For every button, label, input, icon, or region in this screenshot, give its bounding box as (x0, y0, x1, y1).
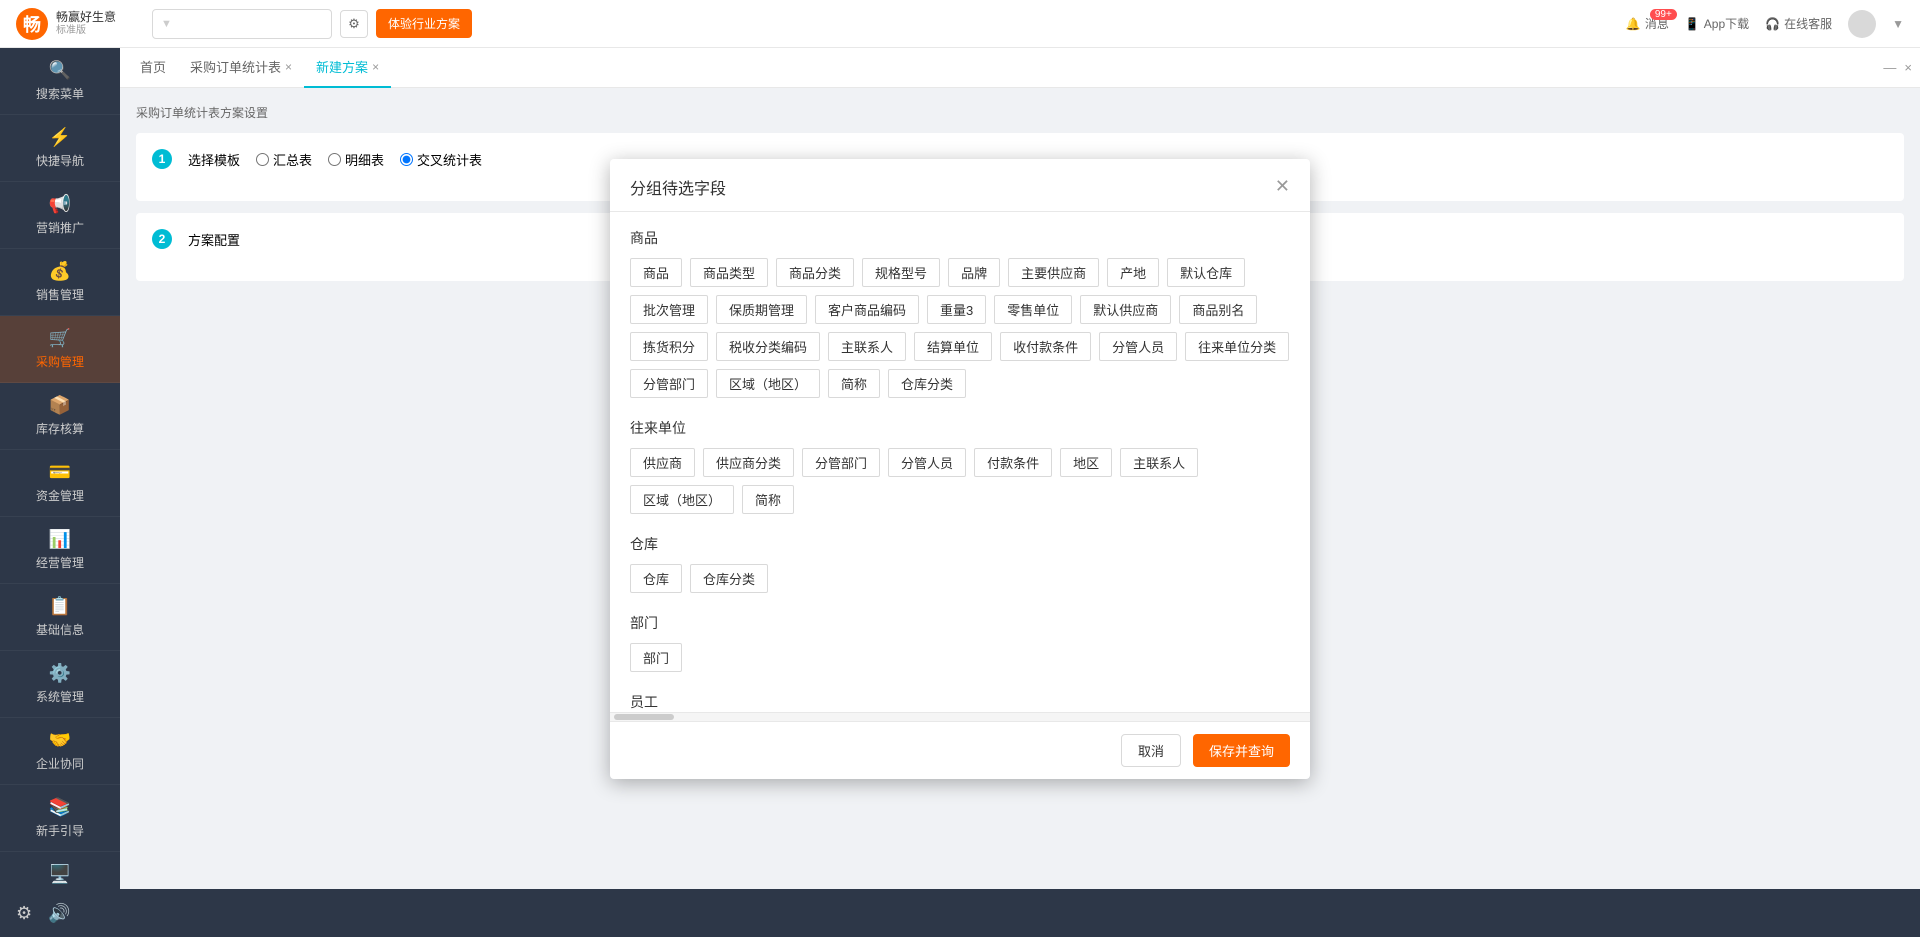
tag-product-customer-code[interactable]: 客户商品编码 (815, 295, 919, 324)
section-department-title: 部门 (630, 613, 1290, 633)
section-warehouse: 仓库 仓库 仓库分类 (630, 534, 1290, 593)
confirm-button[interactable]: 保存并查询 (1193, 734, 1290, 767)
tag-product-settlement-unit[interactable]: 结算单位 (914, 332, 992, 361)
tag-product-expiry[interactable]: 保质期管理 (716, 295, 807, 324)
section-product-title: 商品 (630, 228, 1290, 248)
tag-product-warehouse-category[interactable]: 仓库分类 (888, 369, 966, 398)
tag-product-main-contact[interactable]: 主联系人 (828, 332, 906, 361)
product-tags: 商品 商品类型 商品分类 规格型号 品牌 主要供应商 产地 默认仓库 批次管理 … (630, 258, 1290, 398)
tag-product-payment-terms[interactable]: 收付款条件 (1000, 332, 1091, 361)
tag-product-dept[interactable]: 分管部门 (630, 369, 708, 398)
tag-product-origin[interactable]: 产地 (1107, 258, 1159, 287)
tag-product-pick-points[interactable]: 拣货积分 (630, 332, 708, 361)
modal-footer: 取消 保存并查询 (610, 721, 1310, 779)
modal-backdrop: 分组待选字段 ✕ 商品 商品 商品类型 商品分类 规格型号 品牌 主要供应商 产… (0, 0, 1920, 937)
tag-product-weight[interactable]: 重量3 (927, 295, 986, 324)
department-tags: 部门 (630, 643, 1290, 672)
tag-partner-payment[interactable]: 付款条件 (974, 448, 1052, 477)
tag-product-tax-code[interactable]: 税收分类编码 (716, 332, 820, 361)
modal-horizontal-scrollbar[interactable] (610, 712, 1310, 721)
warehouse-tags: 仓库 仓库分类 (630, 564, 1290, 593)
tag-partner-region[interactable]: 地区 (1060, 448, 1112, 477)
tag-product-manager[interactable]: 分管人员 (1099, 332, 1177, 361)
partner-tags: 供应商 供应商分类 分管部门 分管人员 付款条件 地区 主联系人 区域（地区） … (630, 448, 1290, 514)
tag-dept-dept[interactable]: 部门 (630, 643, 682, 672)
section-department: 部门 部门 (630, 613, 1290, 672)
tag-product-default-warehouse[interactable]: 默认仓库 (1167, 258, 1245, 287)
cancel-button[interactable]: 取消 (1121, 734, 1181, 767)
modal-close-button[interactable]: ✕ (1275, 176, 1290, 197)
tag-product-region[interactable]: 区域（地区） (716, 369, 820, 398)
tag-product-short-name[interactable]: 简称 (828, 369, 880, 398)
section-employee-title: 员工 (630, 692, 1290, 712)
tag-partner-short-name[interactable]: 简称 (742, 485, 794, 514)
tag-warehouse-warehouse[interactable]: 仓库 (630, 564, 682, 593)
tag-product-type[interactable]: 商品类型 (690, 258, 768, 287)
modal-body: 商品 商品 商品类型 商品分类 规格型号 品牌 主要供应商 产地 默认仓库 批次… (610, 212, 1310, 712)
tag-product-spec[interactable]: 规格型号 (862, 258, 940, 287)
tag-product-batch[interactable]: 批次管理 (630, 295, 708, 324)
tag-product-brand[interactable]: 品牌 (948, 258, 1000, 287)
section-employee: 员工 业务员 (630, 692, 1290, 712)
tag-warehouse-category[interactable]: 仓库分类 (690, 564, 768, 593)
scrollbar-thumb (614, 714, 674, 720)
tag-product-alias[interactable]: 商品别名 (1179, 295, 1257, 324)
modal-header: 分组待选字段 ✕ (610, 159, 1310, 212)
tag-product-category[interactable]: 商品分类 (776, 258, 854, 287)
tag-product-main-supplier[interactable]: 主要供应商 (1008, 258, 1099, 287)
section-partner-title: 往来单位 (630, 418, 1290, 438)
section-product: 商品 商品 商品类型 商品分类 规格型号 品牌 主要供应商 产地 默认仓库 批次… (630, 228, 1290, 398)
modal: 分组待选字段 ✕ 商品 商品 商品类型 商品分类 规格型号 品牌 主要供应商 产… (610, 159, 1310, 779)
section-warehouse-title: 仓库 (630, 534, 1290, 554)
tag-product-partner-category[interactable]: 往来单位分类 (1185, 332, 1289, 361)
tag-partner-contact[interactable]: 主联系人 (1120, 448, 1198, 477)
modal-title: 分组待选字段 (630, 175, 726, 199)
tag-product-retail-unit[interactable]: 零售单位 (994, 295, 1072, 324)
tag-partner-area[interactable]: 区域（地区） (630, 485, 734, 514)
tag-product-default-supplier[interactable]: 默认供应商 (1080, 295, 1171, 324)
tag-partner-dept[interactable]: 分管部门 (802, 448, 880, 477)
tag-product-product[interactable]: 商品 (630, 258, 682, 287)
tag-partner-manager[interactable]: 分管人员 (888, 448, 966, 477)
section-partner: 往来单位 供应商 供应商分类 分管部门 分管人员 付款条件 地区 主联系人 区域… (630, 418, 1290, 514)
tag-partner-supplier-category[interactable]: 供应商分类 (703, 448, 794, 477)
tag-partner-supplier[interactable]: 供应商 (630, 448, 695, 477)
